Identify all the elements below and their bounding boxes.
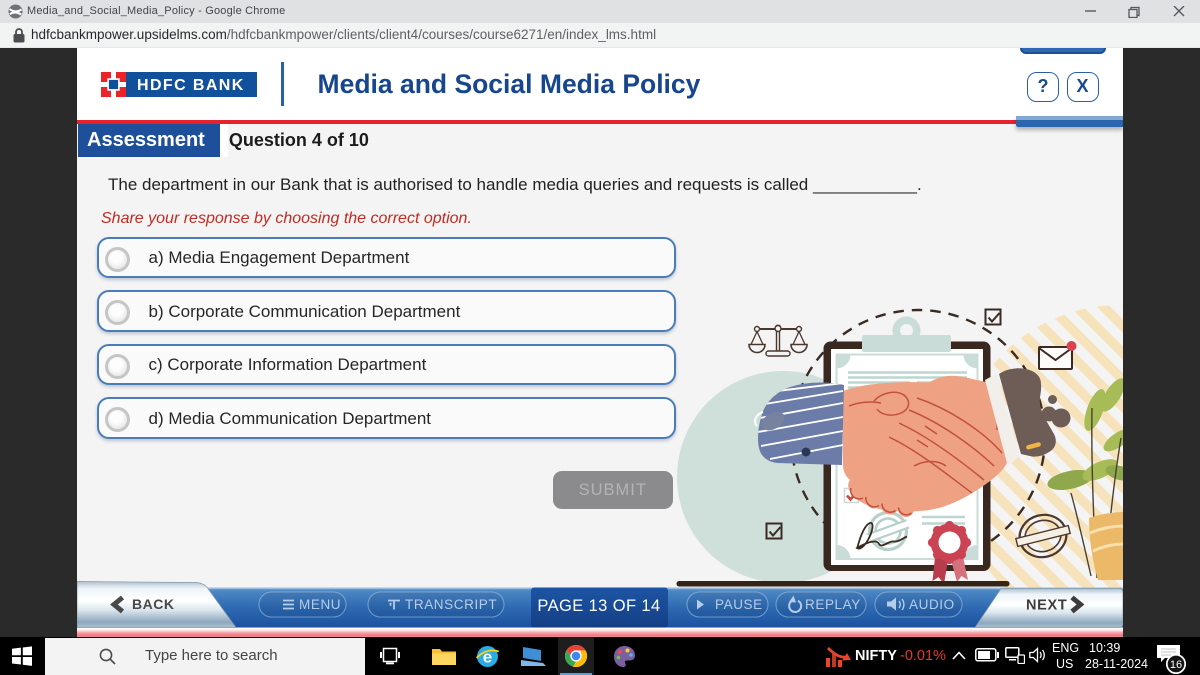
svg-text:HDFC BANK: HDFC BANK — [137, 77, 245, 94]
svg-text:BACK: BACK — [132, 596, 174, 612]
svg-text:PAUSE: PAUSE — [715, 597, 763, 612]
svg-text:MENU: MENU — [299, 597, 341, 612]
svg-text:PAGE 13 OF 14: PAGE 13 OF 14 — [537, 597, 660, 615]
svg-text:REPLAY: REPLAY — [805, 597, 861, 612]
svg-text:16: 16 — [1170, 659, 1182, 671]
svg-text:AUDIO: AUDIO — [909, 597, 955, 612]
svg-text:TRANSCRIPT: TRANSCRIPT — [405, 597, 497, 612]
svg-text:NEXT: NEXT — [1026, 598, 1067, 614]
